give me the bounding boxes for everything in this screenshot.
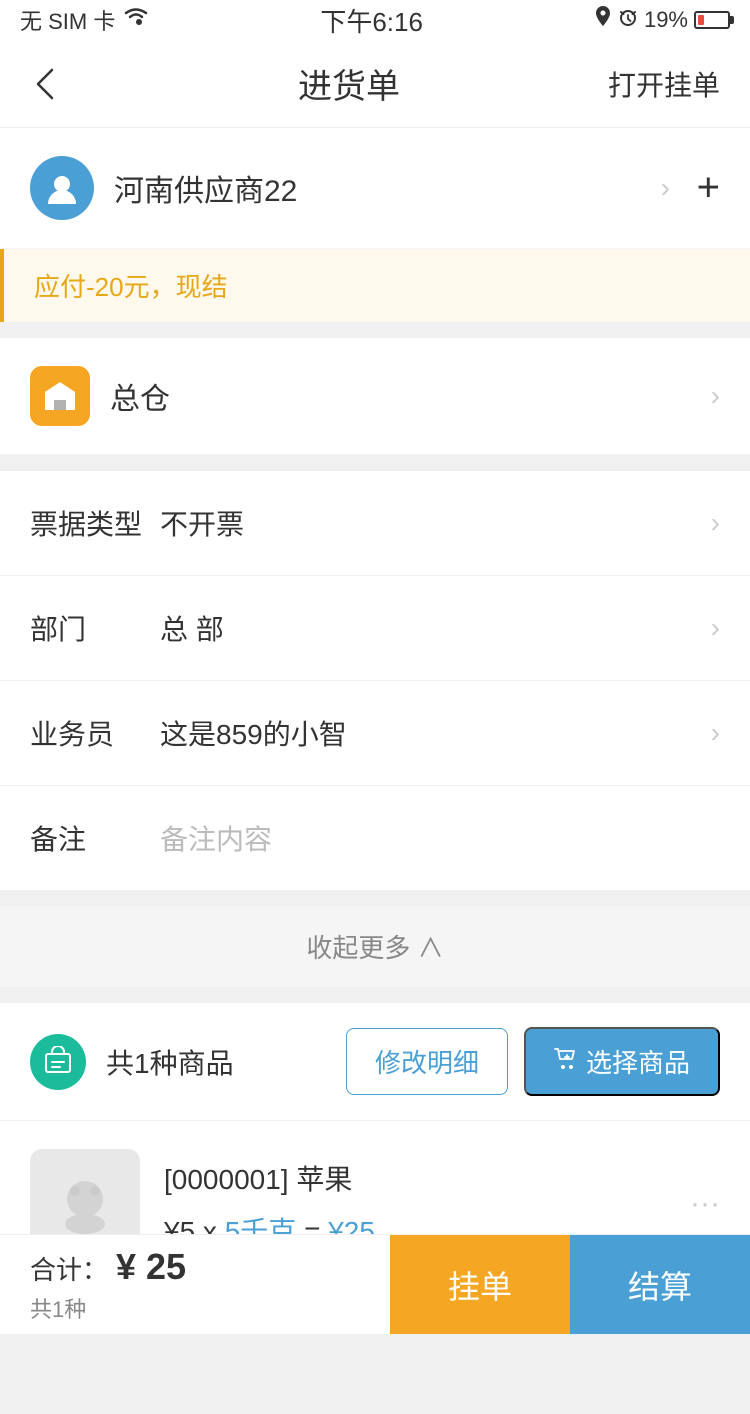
page-title: 进货单 — [298, 59, 400, 108]
total-main: 合计： ¥ 25 — [30, 1246, 360, 1288]
form-key-dept: 部门 — [30, 608, 160, 648]
select-product-button[interactable]: 选择商品 — [524, 1027, 720, 1096]
total-amount: ¥ 25 — [116, 1246, 186, 1288]
edit-detail-button[interactable]: 修改明细 — [346, 1028, 508, 1095]
form-value-invoice: 不开票 — [160, 503, 711, 543]
total-section: 合计： ¥ 25 共1种 — [0, 1235, 390, 1334]
product-title: 苹果 — [296, 1164, 352, 1195]
supplier-name: 河南供应商22 — [114, 166, 661, 210]
form-key-remark: 备注 — [30, 818, 160, 858]
alarm-icon — [618, 7, 638, 33]
back-button[interactable] — [30, 62, 90, 106]
form-chevron-invoice: › — [711, 507, 720, 539]
bottom-bar: 合计： ¥ 25 共1种 挂单 结算 — [0, 1234, 750, 1334]
status-bar: 无 SIM 卡 下午6:16 19% — [0, 0, 750, 40]
supplier-section: 河南供应商22 › + 应付-20元，现结 — [0, 128, 750, 322]
select-product-label: 选择商品 — [586, 1043, 690, 1080]
settle-button[interactable]: 结算 — [570, 1235, 750, 1334]
products-count: 共1种商品 — [106, 1042, 346, 1082]
form-chevron-dept: › — [711, 612, 720, 644]
warehouse-chevron: › — [711, 380, 720, 412]
nav-bar: 进货单 打开挂单 — [0, 40, 750, 128]
products-icon — [30, 1034, 86, 1090]
content: 河南供应商22 › + 应付-20元，现结 总仓 › 票据类型 不开票 — [0, 128, 750, 1414]
wifi-icon — [123, 7, 149, 33]
status-time: 下午6:16 — [320, 2, 423, 39]
supplier-avatar — [30, 156, 94, 220]
warehouse-name: 总仓 — [110, 374, 711, 418]
supplier-notice: 应付-20元，现结 — [0, 249, 750, 322]
form-placeholder-remark: 备注内容 — [160, 818, 720, 858]
carrier-text: 无 SIM 卡 — [20, 4, 115, 36]
form-key-invoice: 票据类型 — [30, 503, 160, 543]
supplier-chevron: › — [661, 172, 670, 204]
form-row-salesperson[interactable]: 业务员 这是859的小智 › — [0, 681, 750, 786]
total-label: 合计： — [30, 1250, 108, 1287]
location-icon — [594, 6, 612, 34]
form-row-dept[interactable]: 部门 总 部 › — [0, 576, 750, 681]
supplier-row[interactable]: 河南供应商22 › + — [0, 128, 750, 249]
warehouse-icon — [30, 366, 90, 426]
products-header: 共1种商品 修改明细 选择商品 — [0, 1003, 750, 1121]
product-name: [0000001] 苹果 — [164, 1158, 690, 1198]
hang-button[interactable]: 挂单 — [390, 1235, 570, 1334]
battery-text: 19% — [644, 7, 688, 33]
form-row-remark[interactable]: 备注 备注内容 — [0, 786, 750, 890]
battery-icon — [694, 11, 730, 29]
form-section: 票据类型 不开票 › 部门 总 部 › 业务员 这是859的小智 › 备注 备注… — [0, 471, 750, 890]
form-key-salesperson: 业务员 — [30, 713, 160, 753]
status-right: 19% — [594, 6, 730, 34]
add-supplier-button[interactable]: + — [697, 166, 720, 211]
form-value-salesperson: 这是859的小智 — [160, 713, 711, 753]
warehouse-row[interactable]: 总仓 › — [0, 338, 750, 455]
collapse-button[interactable]: 收起更多 ∧ — [0, 906, 750, 987]
total-sub: 共1种 — [30, 1292, 360, 1324]
cart-icon — [554, 1046, 578, 1077]
open-pending-button[interactable]: 打开挂单 — [608, 64, 720, 104]
product-more-button[interactable]: ··· — [690, 1187, 720, 1221]
form-chevron-salesperson: › — [711, 717, 720, 749]
status-left: 无 SIM 卡 — [20, 4, 149, 36]
product-code: [0000001] — [164, 1164, 296, 1195]
form-row-invoice[interactable]: 票据类型 不开票 › — [0, 471, 750, 576]
warehouse-section: 总仓 › — [0, 338, 750, 455]
form-value-dept: 总 部 — [160, 608, 711, 648]
